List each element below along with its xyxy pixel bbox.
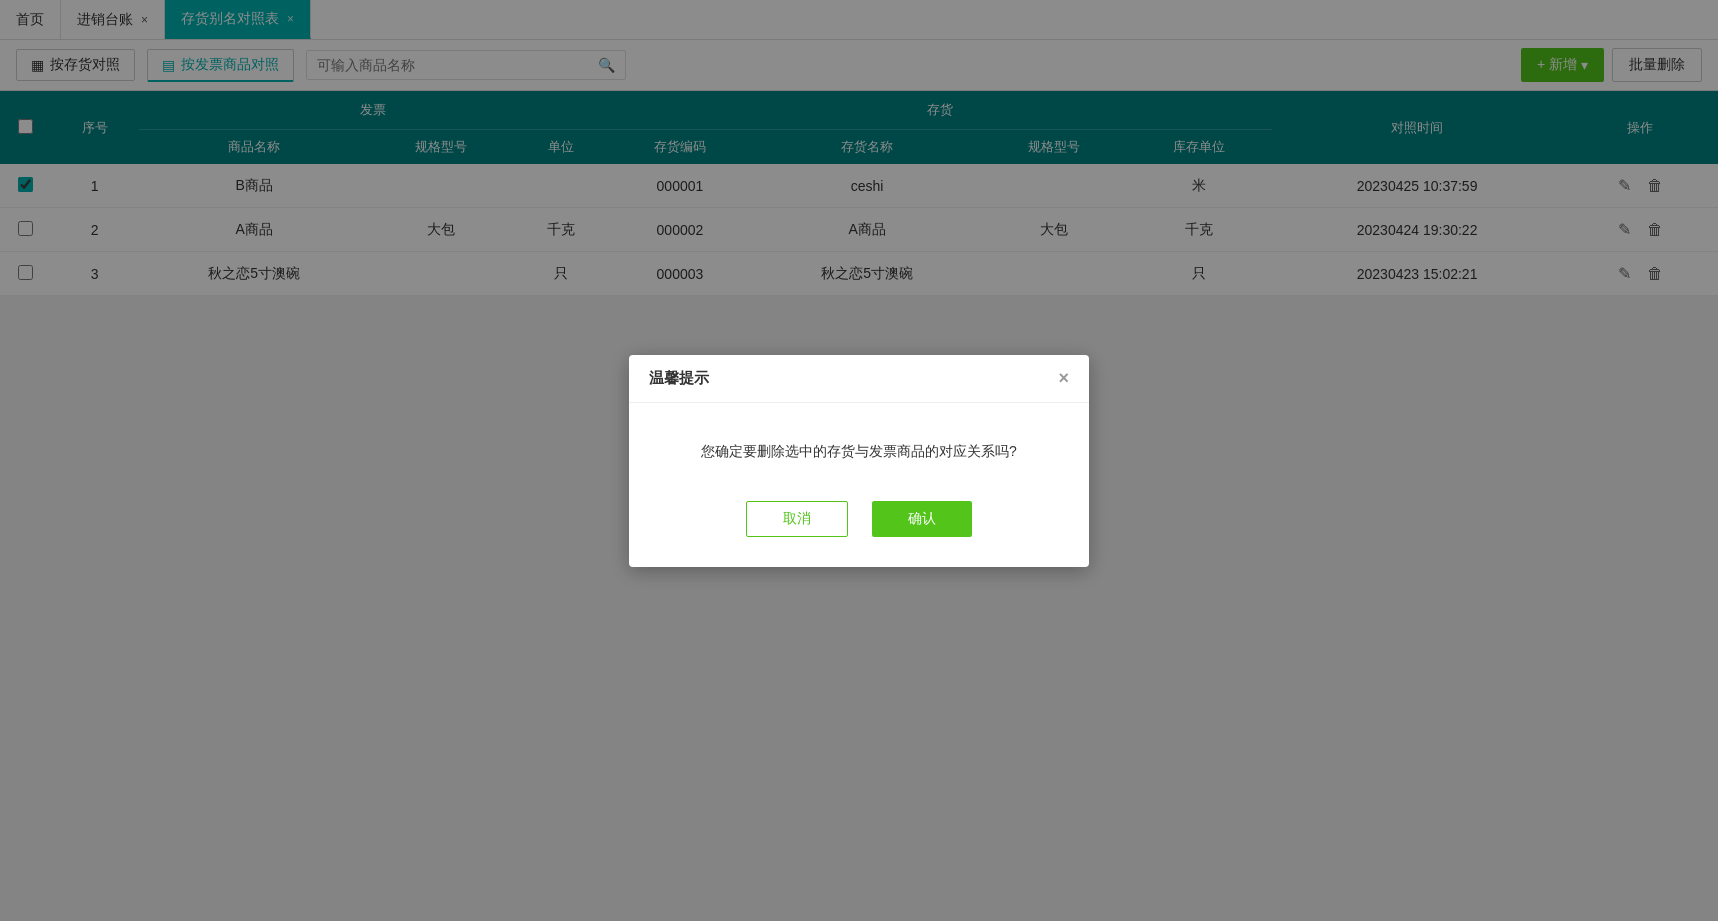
dialog-overlay: 温馨提示 × 您确定要删除选中的存货与发票商品的对应关系吗? 取消 确认 (0, 0, 1718, 296)
